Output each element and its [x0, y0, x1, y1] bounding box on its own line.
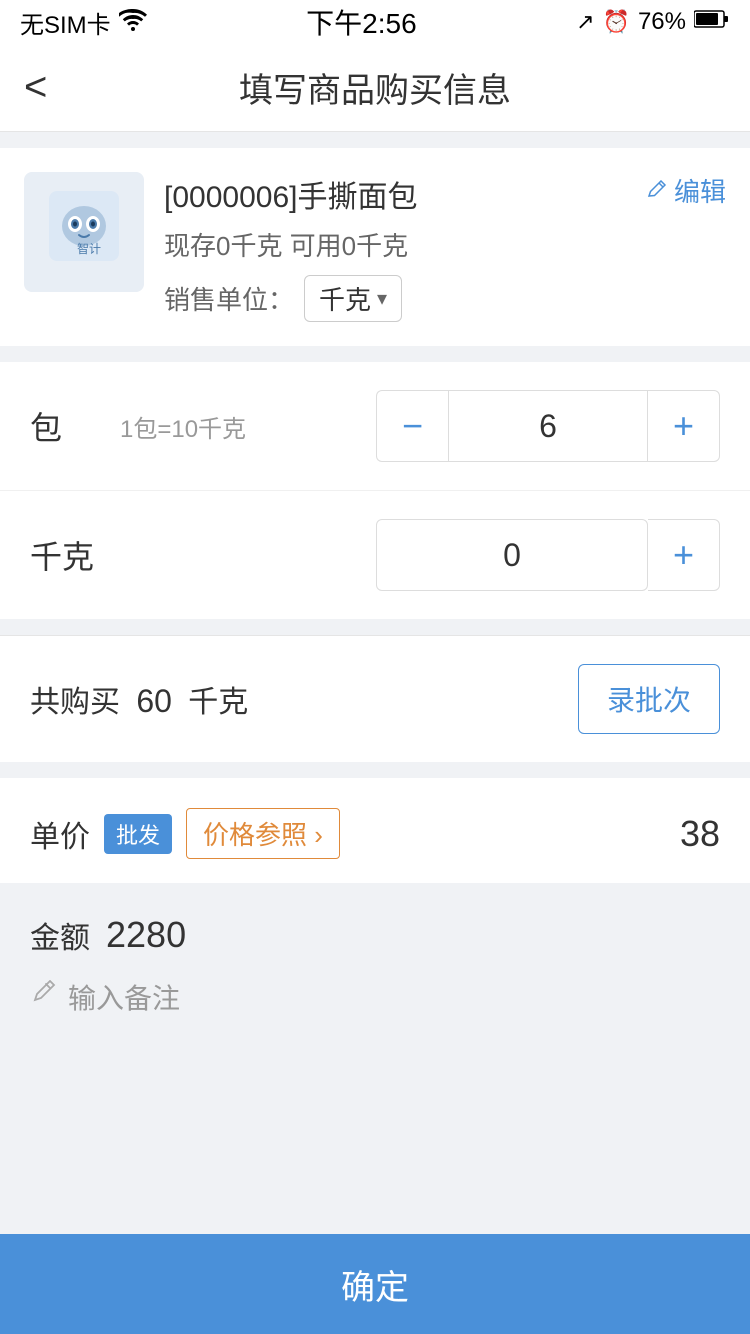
record-batch-button[interactable]: 录批次: [578, 664, 720, 734]
package-sublabel: 1包=10千克: [120, 409, 376, 444]
price-left: 单价 批发 价格参照 ›: [30, 808, 340, 859]
amount-section: 金额 2280 输入备注: [0, 883, 750, 1047]
amount-value: 2280: [106, 914, 186, 956]
product-card-wrapper: 智计 [0000006]手撕面包 现存0千克 可用0千克 销售单位： 千克 ▾ …: [0, 148, 750, 346]
kg-plus-button[interactable]: +: [648, 519, 720, 591]
product-info: [0000006]手撕面包 现存0千克 可用0千克 销售单位： 千克 ▾: [164, 172, 726, 322]
summary-quantity: 60: [136, 683, 172, 719]
summary-row: 共购买 60 千克 录批次: [0, 635, 750, 762]
nav-bar: < 填写商品购买信息: [0, 44, 750, 132]
battery-icon: [694, 8, 730, 36]
price-value: 38: [680, 813, 720, 855]
unit-dropdown-icon: ▾: [377, 286, 387, 311]
product-image: 智计: [24, 172, 144, 292]
remark-text: 输入备注: [68, 977, 180, 1017]
status-bar: 无SIM卡 下午2:56 ↗ ⏰ 76%: [0, 0, 750, 44]
confirm-button[interactable]: 确定: [0, 1234, 750, 1334]
price-row: 单价 批发 价格参照 › 38: [30, 808, 720, 859]
package-controls: − +: [376, 390, 720, 462]
unit-label: 销售单位：: [164, 280, 294, 317]
package-minus-button[interactable]: −: [376, 390, 448, 462]
amount-label: 金额: [30, 913, 90, 957]
product-unit-row: 销售单位： 千克 ▾: [164, 275, 726, 322]
quantity-section: 包 1包=10千克 − + 千克 +: [0, 362, 750, 619]
product-image-icon: 智计: [49, 191, 119, 274]
unit-value: 千克: [319, 280, 371, 317]
package-plus-button[interactable]: +: [648, 390, 720, 462]
price-badge: 批发: [104, 814, 172, 854]
content-spacer: [0, 1047, 750, 1247]
remark-icon: [30, 980, 58, 1015]
package-input[interactable]: [448, 390, 648, 462]
alarm-icon: ⏰: [603, 9, 630, 35]
price-ref-button[interactable]: 价格参照 ›: [186, 808, 340, 859]
package-row: 包 1包=10千克 − +: [0, 362, 750, 491]
price-label: 单价: [30, 812, 90, 856]
status-time: 下午2:56: [306, 2, 417, 42]
location-icon: ↗: [576, 9, 594, 35]
remark-row[interactable]: 输入备注: [30, 977, 720, 1017]
no-sim-text: 无SIM卡: [20, 5, 111, 40]
kg-label: 千克: [30, 532, 110, 578]
package-label: 包: [30, 403, 110, 449]
edit-button[interactable]: 编辑: [646, 172, 726, 209]
product-card: 智计 [0000006]手撕面包 现存0千克 可用0千克 销售单位： 千克 ▾ …: [0, 148, 750, 346]
unit-selector[interactable]: 千克 ▾: [304, 275, 402, 322]
status-left: 无SIM卡: [20, 5, 147, 40]
kg-controls: +: [376, 519, 720, 591]
kg-row: 千克 +: [0, 491, 750, 619]
amount-row: 金额 2280: [30, 913, 720, 957]
battery-text: 76%: [638, 8, 686, 36]
edit-label: 编辑: [674, 172, 726, 209]
status-right: ↗ ⏰ 76%: [576, 8, 730, 36]
back-button[interactable]: <: [24, 65, 47, 110]
kg-input[interactable]: [376, 519, 648, 591]
summary-text: 共购买 60 千克: [30, 677, 248, 721]
page-title: 填写商品购买信息: [239, 63, 511, 112]
product-name: [0000006]手撕面包: [164, 172, 726, 216]
wifi-icon: [119, 7, 147, 38]
product-stock: 现存0千克 可用0千克: [164, 226, 726, 263]
price-section: 单价 批发 价格参照 › 38 金额 2280 输入备注: [0, 778, 750, 1047]
svg-text:智计: 智计: [77, 241, 101, 256]
